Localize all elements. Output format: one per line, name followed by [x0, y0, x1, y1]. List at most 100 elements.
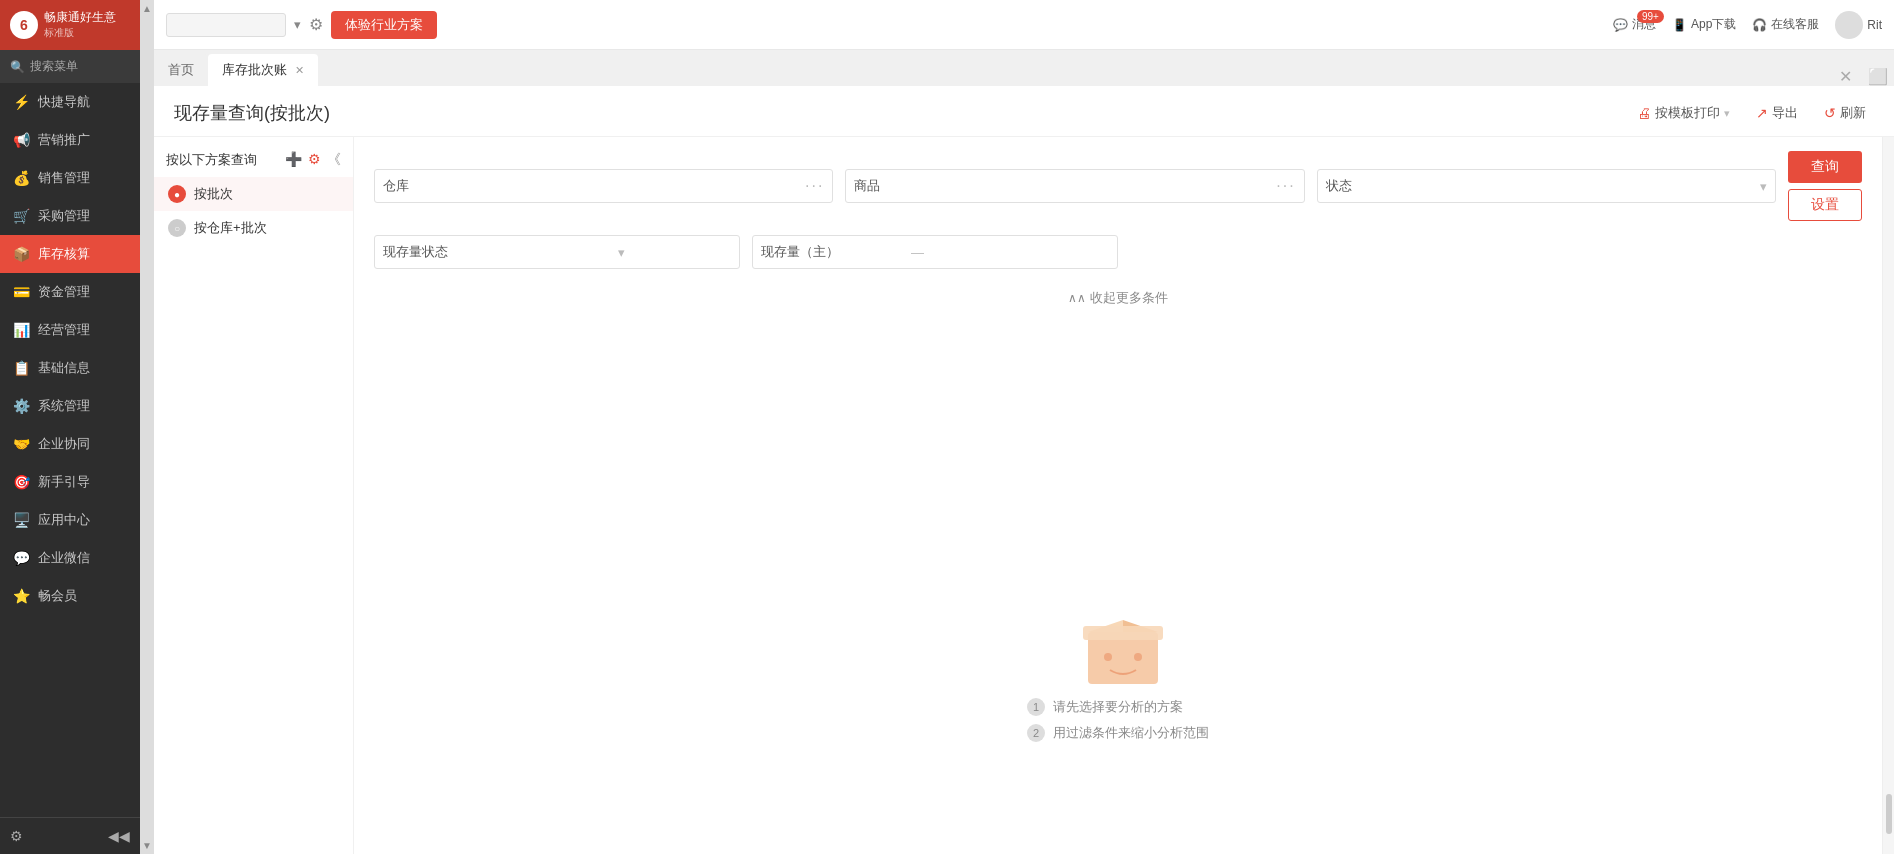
system-label: 系统管理: [38, 397, 90, 415]
scroll-thumb[interactable]: [1886, 794, 1892, 834]
inventory-status-chevron-icon: ▾: [618, 245, 731, 260]
experience-btn[interactable]: 体验行业方案: [331, 11, 437, 39]
sidebar-item-sales[interactable]: 💰 销售管理: [0, 159, 140, 197]
collapse-panel-icon[interactable]: 《: [327, 151, 341, 169]
inventory-label: 库存核算: [38, 245, 90, 263]
search-label: 搜索菜单: [30, 58, 78, 75]
quantity-label: 现存量（主）: [761, 243, 839, 261]
sidebar-item-basics[interactable]: 📋 基础信息: [0, 349, 140, 387]
online-service-btn[interactable]: 🎧 在线客服: [1752, 16, 1819, 33]
newbie-label: 新手引导: [38, 473, 90, 491]
product-input[interactable]: [884, 179, 1272, 194]
sidebar-item-quick-nav[interactable]: ⚡ 快捷导航: [0, 83, 140, 121]
sidebar-item-inventory[interactable]: 📦 库存核算: [0, 235, 140, 273]
tip-text-1: 请先选择要分析的方案: [1053, 698, 1183, 716]
sidebar-item-system[interactable]: ⚙️ 系统管理: [0, 387, 140, 425]
app-download-btn[interactable]: 📱 App下载: [1672, 16, 1736, 33]
filter-header: 按以下方案查询 ➕ ⚙ 《: [154, 147, 353, 177]
tab-inventory-batch[interactable]: 库存批次账 ✕: [208, 54, 318, 86]
topbar-right: 💬 消息 99+ 📱 App下载 🎧 在线客服 Rit: [1613, 11, 1882, 39]
plan-label-by-batch: 按批次: [194, 185, 233, 203]
tip-num-1: 1: [1027, 698, 1045, 716]
left-filter-panel: 按以下方案查询 ➕ ⚙ 《 ● 按批次 ○ 按仓库+批次: [154, 137, 354, 854]
sales-icon: 💰: [12, 169, 30, 187]
search-icon: 🔍: [10, 60, 25, 74]
quick-nav-label: 快捷导航: [38, 93, 90, 111]
scroll-down-icon[interactable]: ▼: [142, 837, 152, 854]
print-btn[interactable]: 🖨 按模板打印 ▾: [1629, 100, 1738, 126]
close-panel-btn[interactable]: ✕: [1829, 67, 1862, 86]
status-input[interactable]: [1356, 179, 1756, 194]
warehouse-label: 仓库: [383, 177, 409, 195]
settings-icon[interactable]: ⚙: [10, 828, 23, 844]
warehouse-input[interactable]: [413, 179, 801, 194]
product-input-wrapper[interactable]: 商品 ···: [845, 169, 1304, 203]
plan-dot-active: ●: [168, 185, 186, 203]
add-plan-icon[interactable]: ➕: [285, 151, 302, 169]
sidebar-item-newbie[interactable]: 🎯 新手引导: [0, 463, 140, 501]
phone-icon: 📱: [1672, 18, 1687, 32]
finance-icon: 💳: [12, 283, 30, 301]
search-menu-item[interactable]: 🔍 搜索菜单: [0, 50, 140, 83]
system-icon: ⚙️: [12, 397, 30, 415]
status-chevron-icon[interactable]: ▾: [1760, 179, 1767, 194]
quantity-field: 现存量（主） —: [752, 235, 1118, 269]
online-service-label: 在线客服: [1771, 16, 1819, 33]
user-avatar-area[interactable]: Rit: [1835, 11, 1882, 39]
wechat-icon: 💬: [12, 549, 30, 567]
settings-button[interactable]: 设置: [1788, 189, 1862, 221]
expand-panel-btn[interactable]: ⬜: [1862, 67, 1894, 86]
sidebar-item-purchase[interactable]: 🛒 采购管理: [0, 197, 140, 235]
action-btns: 查询 设置: [1788, 151, 1862, 221]
quantity-min-input[interactable]: [845, 245, 905, 260]
sidebar-item-wechat[interactable]: 💬 企业微信: [0, 539, 140, 577]
plan-settings-icon[interactable]: ⚙: [308, 151, 321, 169]
sidebar-item-enterprise[interactable]: 🤝 企业协同: [0, 425, 140, 463]
message-icon: 💬: [1613, 18, 1628, 32]
warehouse-more-icon[interactable]: ···: [805, 177, 824, 195]
topbar-gear-icon[interactable]: ⚙: [309, 15, 323, 34]
collapse-label: 收起更多条件: [1090, 289, 1168, 307]
collapse-conditions-btn[interactable]: ∧∧ 收起更多条件: [374, 283, 1862, 313]
basics-label: 基础信息: [38, 359, 90, 377]
plan-label-by-warehouse-batch: 按仓库+批次: [194, 219, 267, 237]
product-more-icon[interactable]: ···: [1276, 177, 1295, 195]
purchase-label: 采购管理: [38, 207, 90, 225]
topbar-search-input[interactable]: [166, 13, 286, 37]
plan-item-by-warehouse-batch[interactable]: ○ 按仓库+批次: [154, 211, 353, 245]
print-icon: 🖨: [1637, 105, 1651, 121]
page-title: 现存量查询(按批次): [174, 101, 330, 125]
filter-form: 仓库 ··· 商品 ···: [354, 137, 1882, 470]
refresh-btn[interactable]: ↺ 刷新: [1816, 100, 1874, 126]
export-btn[interactable]: ↗ 导出: [1748, 100, 1806, 126]
collapse-sidebar-icon[interactable]: ◀◀: [108, 828, 130, 844]
scroll-up-icon[interactable]: ▲: [142, 0, 152, 17]
empty-tip-2: 2 用过滤条件来缩小分析范围: [1027, 724, 1209, 742]
plan-item-by-batch[interactable]: ● 按批次: [154, 177, 353, 211]
sidebar-item-operations[interactable]: 📊 经营管理: [0, 311, 140, 349]
collapse-up-icon: ∧∧: [1068, 291, 1086, 305]
sidebar-item-finance[interactable]: 💳 资金管理: [0, 273, 140, 311]
quantity-max-input[interactable]: [930, 245, 990, 260]
topbar-chevron-icon[interactable]: ▾: [294, 17, 301, 32]
sidebar-item-app-center[interactable]: 🖥️ 应用中心: [0, 501, 140, 539]
query-button[interactable]: 查询: [1788, 151, 1862, 183]
tab-home[interactable]: 首页: [154, 54, 208, 86]
tab-close-icon[interactable]: ✕: [295, 64, 304, 77]
svg-point-4: [1104, 653, 1112, 661]
sidebar-item-member[interactable]: ⭐ 畅会员: [0, 577, 140, 615]
status-select-wrapper[interactable]: 状态 ▾: [1317, 169, 1776, 203]
warehouse-input-wrapper[interactable]: 仓库 ···: [374, 169, 833, 203]
app-center-label: 应用中心: [38, 511, 90, 529]
basics-icon: 📋: [12, 359, 30, 377]
refresh-icon: ↺: [1824, 105, 1836, 121]
messages-btn[interactable]: 💬 消息 99+: [1613, 16, 1656, 33]
tabs-bar: 首页 库存批次账 ✕ ✕ ⬜: [154, 50, 1894, 86]
quick-nav-icon: ⚡: [12, 93, 30, 111]
inventory-status-select[interactable]: 现存量状态 ▾: [374, 235, 740, 269]
marketing-icon: 📢: [12, 131, 30, 149]
filter-icon-group: ➕ ⚙ 《: [285, 151, 341, 169]
app-version: 标准版: [44, 26, 116, 40]
sidebar-item-marketing[interactable]: 📢 营销推广: [0, 121, 140, 159]
sidebar-scrollbar: ▲ ▼: [140, 0, 154, 854]
